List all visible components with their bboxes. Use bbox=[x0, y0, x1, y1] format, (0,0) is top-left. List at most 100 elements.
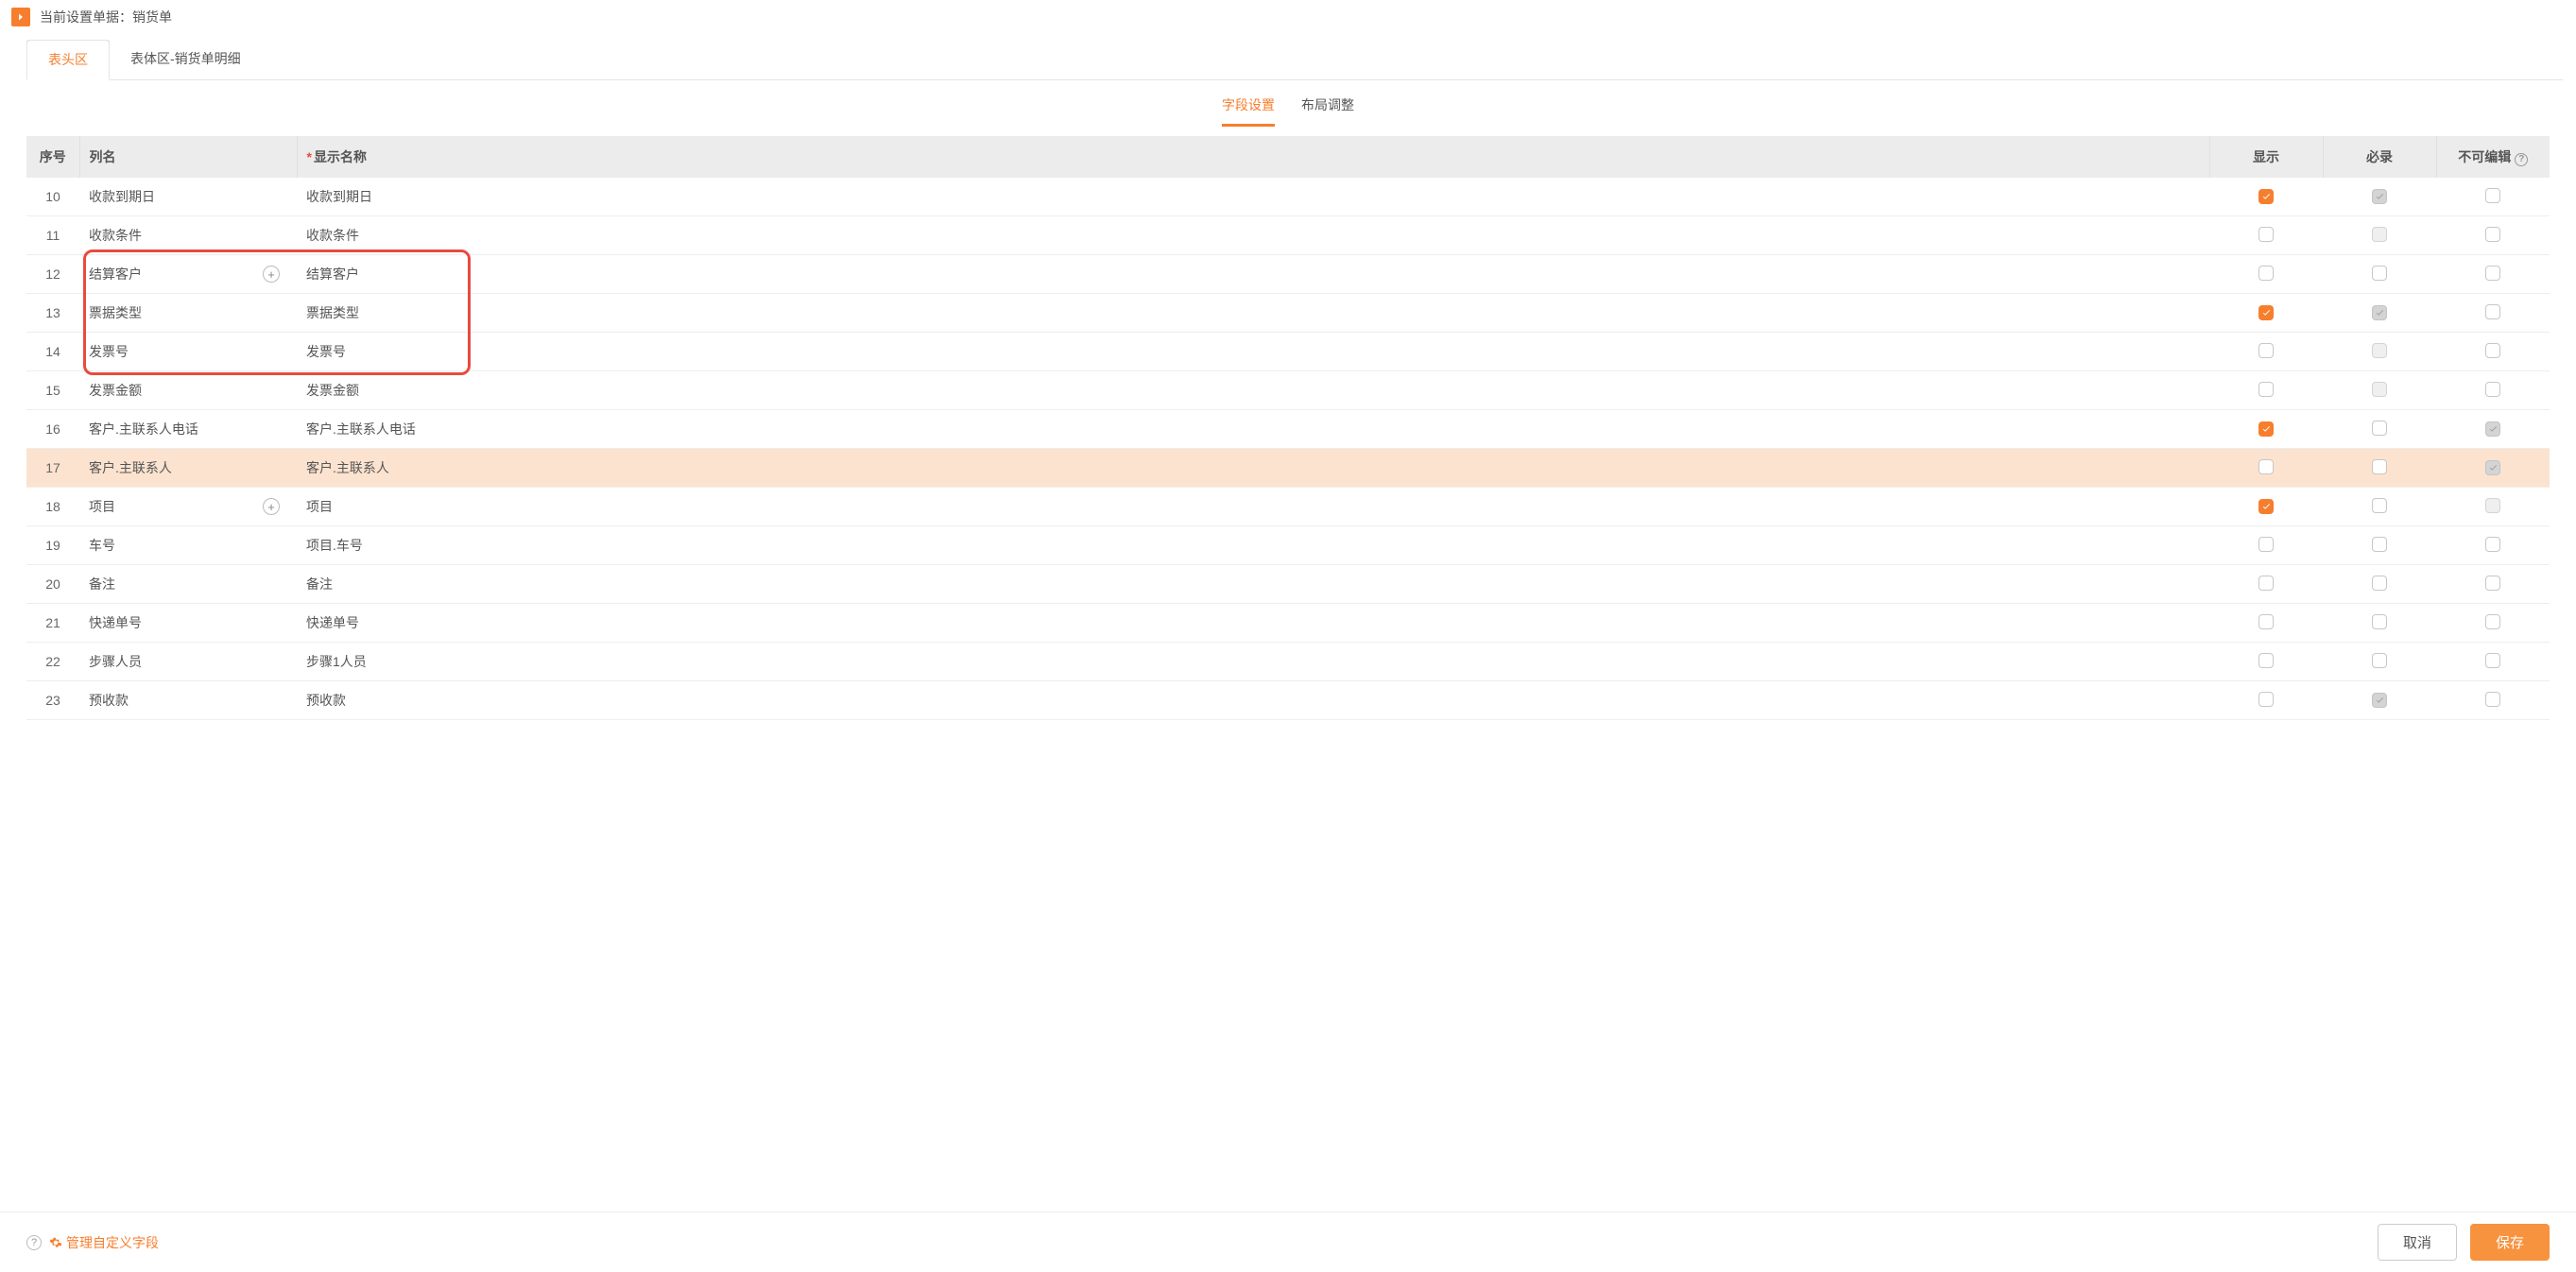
row-display-name[interactable]: 客户.主联系人 bbox=[297, 449, 2209, 488]
required-checkbox[interactable] bbox=[2372, 537, 2387, 552]
expand-panel-icon[interactable] bbox=[11, 8, 30, 26]
table-row: 17 客户.主联系人 客户.主联系人 bbox=[26, 449, 2550, 488]
row-display-name[interactable]: 收款条件 bbox=[297, 216, 2209, 255]
readonly-checkbox[interactable] bbox=[2485, 576, 2500, 591]
show-checkbox[interactable] bbox=[2258, 421, 2274, 437]
add-child-button[interactable]: + bbox=[263, 266, 280, 283]
table-row: 11收款条件收款条件 bbox=[26, 216, 2550, 255]
col-header-display: *显示名称 bbox=[297, 136, 2209, 178]
row-colname: 车号 bbox=[79, 526, 297, 565]
gear-icon bbox=[49, 1236, 62, 1249]
show-checkbox[interactable] bbox=[2258, 382, 2274, 397]
footer-bar: ? 管理自定义字段 取消 保存 bbox=[0, 1212, 2576, 1272]
readonly-checkbox bbox=[2485, 498, 2500, 513]
readonly-checkbox[interactable] bbox=[2485, 188, 2500, 203]
row-display-name[interactable]: 发票号 bbox=[297, 333, 2209, 371]
readonly-checkbox[interactable] bbox=[2485, 537, 2500, 552]
cancel-button[interactable]: 取消 bbox=[2378, 1224, 2457, 1261]
colname-label: 发票号 bbox=[89, 342, 129, 361]
show-checkbox[interactable] bbox=[2258, 227, 2274, 242]
required-checkbox[interactable] bbox=[2372, 266, 2387, 281]
readonly-checkbox[interactable] bbox=[2485, 653, 2500, 668]
table-row: 20备注备注 bbox=[26, 565, 2550, 604]
colname-label: 步骤人员 bbox=[89, 652, 142, 671]
required-checkbox bbox=[2372, 189, 2387, 204]
main-tabs: 表头区 表体区-销货单明细 bbox=[26, 40, 2563, 80]
readonly-checkbox[interactable] bbox=[2485, 692, 2500, 707]
row-seq: 16 bbox=[26, 410, 79, 449]
row-colname: 票据类型 bbox=[79, 294, 297, 333]
row-display-name[interactable]: 客户.主联系人电话 bbox=[297, 410, 2209, 449]
row-display-name[interactable]: 步骤1人员 bbox=[297, 643, 2209, 681]
colname-label: 快递单号 bbox=[89, 613, 142, 632]
required-checkbox bbox=[2372, 382, 2387, 397]
required-checkbox[interactable] bbox=[2372, 421, 2387, 436]
show-checkbox[interactable] bbox=[2258, 692, 2274, 707]
show-checkbox[interactable] bbox=[2258, 576, 2274, 591]
show-checkbox[interactable] bbox=[2258, 266, 2274, 281]
readonly-checkbox[interactable] bbox=[2485, 266, 2500, 281]
colname-label: 结算客户 bbox=[89, 265, 142, 284]
row-colname: 发票号 bbox=[79, 333, 297, 371]
required-checkbox bbox=[2372, 343, 2387, 358]
row-display-name[interactable]: 项目 bbox=[297, 488, 2209, 526]
col-header-seq: 序号 bbox=[26, 136, 79, 178]
question-icon[interactable]: ? bbox=[26, 1235, 42, 1250]
save-button[interactable]: 保存 bbox=[2470, 1224, 2550, 1261]
show-checkbox[interactable] bbox=[2258, 537, 2274, 552]
colname-label: 收款条件 bbox=[89, 226, 142, 245]
col-header-readonly: 不可编辑? bbox=[2436, 136, 2550, 178]
tab-header-area[interactable]: 表头区 bbox=[26, 40, 110, 80]
show-checkbox[interactable] bbox=[2258, 305, 2274, 320]
header-bar: 当前设置单据：销货单 bbox=[0, 0, 2576, 34]
sub-tab-layout-adjust[interactable]: 布局调整 bbox=[1301, 95, 1354, 127]
readonly-checkbox[interactable] bbox=[2485, 227, 2500, 242]
table-row: 23预收款预收款 bbox=[26, 681, 2550, 720]
required-checkbox[interactable] bbox=[2372, 576, 2387, 591]
show-checkbox[interactable] bbox=[2258, 459, 2274, 474]
add-child-button[interactable]: + bbox=[263, 498, 280, 515]
row-colname: 客户.主联系人电话 bbox=[79, 410, 297, 449]
row-seq: 21 bbox=[26, 604, 79, 643]
row-display-name[interactable]: 项目.车号 bbox=[297, 526, 2209, 565]
row-seq: 12 bbox=[26, 255, 79, 294]
row-seq: 17 bbox=[26, 449, 79, 488]
row-display-name[interactable]: 快递单号 bbox=[297, 604, 2209, 643]
row-display-name[interactable]: 结算客户 bbox=[297, 255, 2209, 294]
sub-tabs: 字段设置 布局调整 bbox=[0, 80, 2576, 127]
colname-label: 收款到期日 bbox=[89, 187, 155, 206]
show-checkbox[interactable] bbox=[2258, 189, 2274, 204]
sub-tab-field-settings[interactable]: 字段设置 bbox=[1222, 95, 1275, 127]
required-checkbox[interactable] bbox=[2372, 653, 2387, 668]
table-row: 16客户.主联系人电话客户.主联系人电话 bbox=[26, 410, 2550, 449]
tab-body-area[interactable]: 表体区-销货单明细 bbox=[110, 40, 262, 79]
required-checkbox[interactable] bbox=[2372, 498, 2387, 513]
readonly-checkbox[interactable] bbox=[2485, 382, 2500, 397]
required-checkbox[interactable] bbox=[2372, 459, 2387, 474]
row-display-name[interactable]: 发票金额 bbox=[297, 371, 2209, 410]
readonly-checkbox bbox=[2485, 421, 2500, 437]
row-colname: 收款条件 bbox=[79, 216, 297, 255]
row-display-name[interactable]: 票据类型 bbox=[297, 294, 2209, 333]
required-checkbox[interactable] bbox=[2372, 614, 2387, 629]
show-checkbox[interactable] bbox=[2258, 653, 2274, 668]
colname-label: 预收款 bbox=[89, 691, 129, 710]
readonly-checkbox[interactable] bbox=[2485, 343, 2500, 358]
help-icon[interactable]: ? bbox=[2515, 153, 2528, 166]
show-checkbox[interactable] bbox=[2258, 343, 2274, 358]
manage-custom-fields-link[interactable]: 管理自定义字段 bbox=[49, 1233, 159, 1252]
row-colname: 项目+ bbox=[79, 488, 297, 526]
colname-label: 客户.主联系人 bbox=[89, 458, 172, 477]
row-display-name[interactable]: 收款到期日 bbox=[297, 178, 2209, 216]
field-table: 序号 列名 *显示名称 显示 必录 不可编辑? 10收款到期日收款到期日11收款… bbox=[26, 136, 2550, 720]
row-seq: 13 bbox=[26, 294, 79, 333]
row-display-name[interactable]: 备注 bbox=[297, 565, 2209, 604]
readonly-checkbox bbox=[2485, 460, 2500, 475]
readonly-checkbox[interactable] bbox=[2485, 614, 2500, 629]
show-checkbox[interactable] bbox=[2258, 499, 2274, 514]
row-colname: 预收款 bbox=[79, 681, 297, 720]
show-checkbox[interactable] bbox=[2258, 614, 2274, 629]
row-display-name[interactable]: 预收款 bbox=[297, 681, 2209, 720]
footer-actions: 取消 保存 bbox=[2378, 1224, 2550, 1261]
readonly-checkbox[interactable] bbox=[2485, 304, 2500, 319]
